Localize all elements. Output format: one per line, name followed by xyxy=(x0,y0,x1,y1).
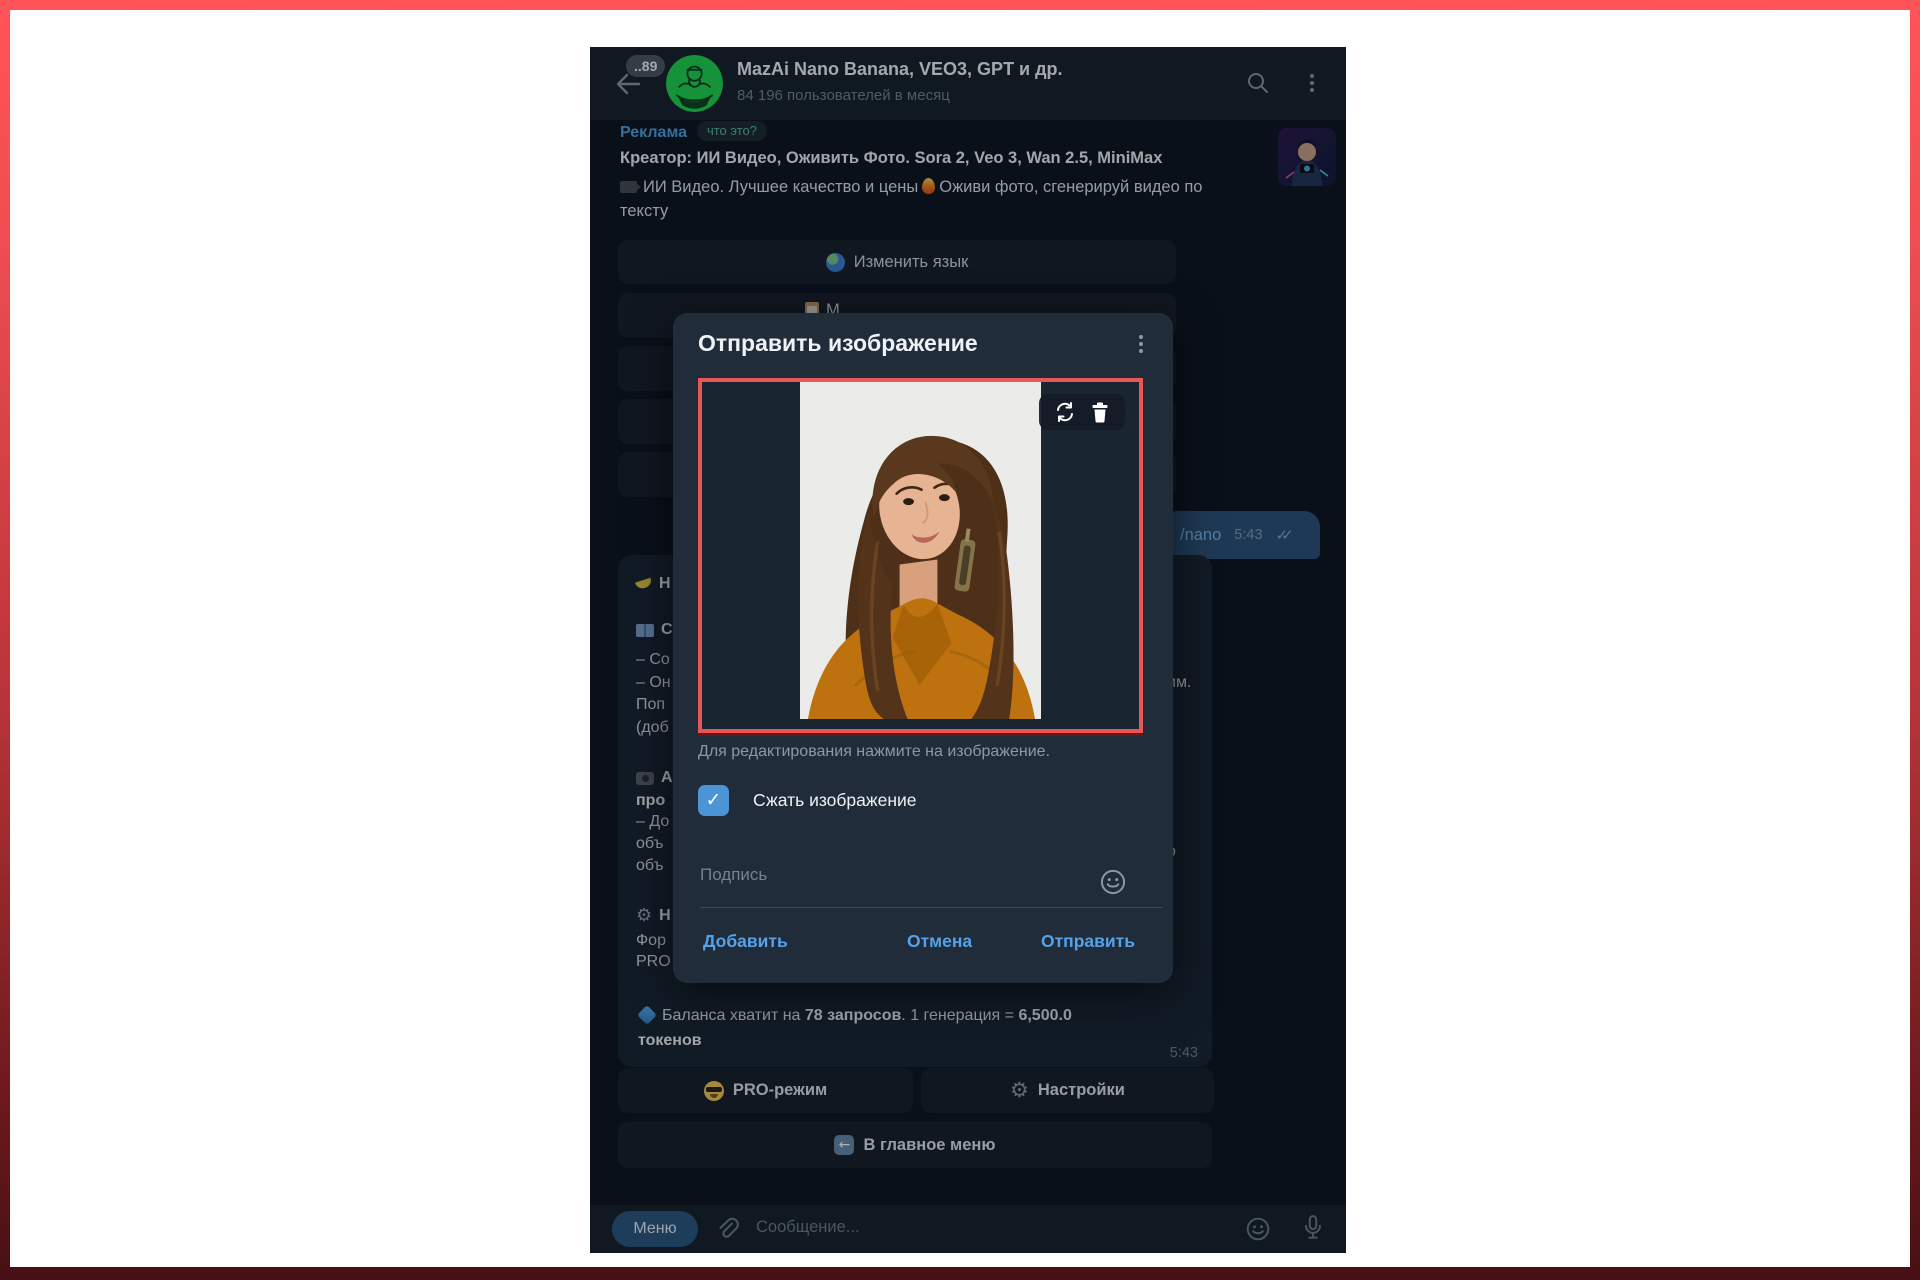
dialog-title: Отправить изображение xyxy=(698,330,978,356)
compress-label[interactable]: Сжать изображение xyxy=(753,790,917,811)
caption-emoji-icon[interactable] xyxy=(1099,868,1127,896)
edit-hint: Для редактирования нажмите на изображени… xyxy=(698,743,1051,760)
cancel-button[interactable]: Отмена xyxy=(907,931,972,952)
replace-image-icon[interactable] xyxy=(1054,401,1076,423)
attached-photo[interactable] xyxy=(800,382,1041,719)
delete-image-icon[interactable] xyxy=(1090,401,1110,423)
send-button[interactable]: Отправить xyxy=(1041,931,1135,952)
telegram-window: ..89 MazAi Nano Banana, VEO3, GPT и др. … xyxy=(590,47,1346,1253)
image-preview-highlighted[interactable] xyxy=(698,378,1143,733)
preview-actions xyxy=(1039,394,1125,430)
send-image-dialog: Отправить изображение Для редактирования… xyxy=(673,313,1173,983)
check-icon: ✓ xyxy=(705,790,722,811)
caption-underline xyxy=(700,907,1163,908)
caption-input[interactable]: Подпись xyxy=(700,865,767,885)
add-button[interactable]: Добавить xyxy=(703,931,788,952)
page-background: ..89 MazAi Nano Banana, VEO3, GPT и др. … xyxy=(10,10,1910,1267)
annotation-frame: ..89 MazAi Nano Banana, VEO3, GPT и др. … xyxy=(0,0,1920,1280)
compress-checkbox[interactable]: ✓ xyxy=(698,785,729,816)
dialog-menu-icon[interactable] xyxy=(1139,335,1143,339)
